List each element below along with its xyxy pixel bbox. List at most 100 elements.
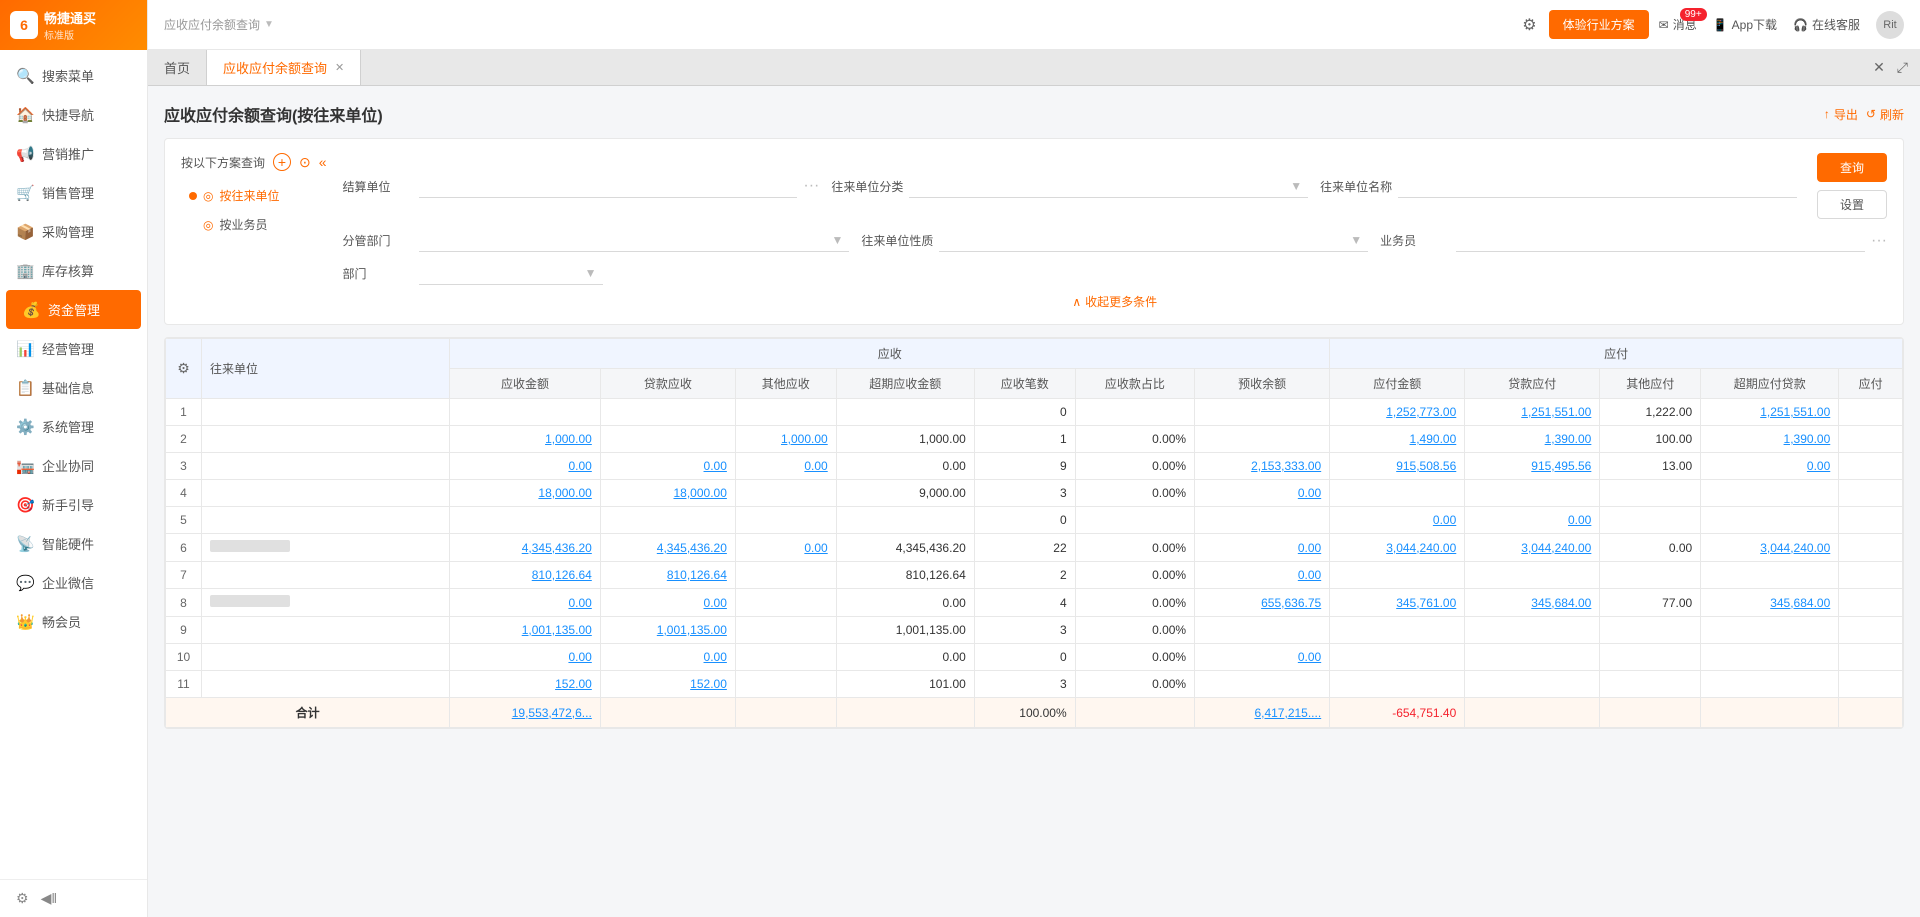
filter-group-dept2: 部门 ▼ xyxy=(343,262,603,285)
table-settings-icon[interactable]: ⚙ xyxy=(177,360,190,376)
settings-bottom-icon[interactable]: ⚙ xyxy=(16,890,29,907)
col-group-ar-header: 应收 xyxy=(450,339,1330,369)
sidebar-item-sales[interactable]: 🛒 销售管理 xyxy=(0,173,147,212)
col-ar-count: 应收笔数 xyxy=(974,369,1075,399)
sidebar-item-label: 库存核算 xyxy=(42,261,94,280)
tab-ar-query[interactable]: 应收应付余额查询 ✕ xyxy=(207,50,361,85)
sidebar-item-smart-hw[interactable]: 📡 智能硬件 xyxy=(0,524,147,563)
tab-close-window-icon[interactable]: ✕ xyxy=(1873,59,1885,76)
warehouse-icon: 🏢 xyxy=(16,262,34,280)
sidebar-item-guide[interactable]: 🎯 新手引导 xyxy=(0,485,147,524)
box-icon: 📦 xyxy=(16,223,34,241)
service-icon: 🎧 xyxy=(1793,18,1808,32)
page-header: 应收应付余额查询(按往来单位) ↑ 导出 ↺ 刷新 xyxy=(164,102,1904,126)
table-row: 91,001,135.001,001,135.001,001,135.0030.… xyxy=(166,617,1903,644)
table-row: 11152.00152.00101.0030.00% xyxy=(166,671,1903,698)
col-ar-ratio: 应收款占比 xyxy=(1075,369,1194,399)
sidebar-nav: 🔍 搜索菜单 🏠 快捷导航 📢 营销推广 🛒 销售管理 📦 采购管理 🏢 xyxy=(0,50,147,879)
sidebar-item-finance[interactable]: 💰 资金管理 xyxy=(6,290,141,329)
table-footer: 合计 19,553,472,6... 100.00% 6,417,215....… xyxy=(166,698,1903,728)
page-content: 应收应付余额查询(按往来单位) ↑ 导出 ↺ 刷新 xyxy=(148,86,1920,917)
tab-home-label: 首页 xyxy=(164,58,190,77)
filter-nav-by-staff[interactable]: ◎ 按业务员 xyxy=(181,212,327,237)
nav-active-dot xyxy=(189,192,197,200)
filter-nav-staff-label: 按业务员 xyxy=(219,216,267,233)
sidebar-item-basic-info[interactable]: 📋 基础信息 xyxy=(0,368,147,407)
footer-ar-prepay[interactable]: 6,417,215.... xyxy=(1195,698,1330,728)
topbar: 应收应付余额查询 ▼ ⚙ 体验行业方案 ✉ 消息 99+ 📱 App下载 🎧 xyxy=(148,0,1920,50)
avatar: Rit xyxy=(1876,11,1904,39)
logo-text: 畅捷通买 xyxy=(44,8,96,27)
salesperson-input[interactable] xyxy=(1456,229,1865,252)
sidebar-item-purchase[interactable]: 📦 采购管理 xyxy=(0,212,147,251)
col-ar-loan: 贷款应收 xyxy=(600,369,735,399)
tab-maximize-icon[interactable]: ⤢ xyxy=(1897,59,1908,76)
sidebar-item-operations[interactable]: 📊 经营管理 xyxy=(0,329,147,368)
sidebar-item-member[interactable]: 👑 畅会员 xyxy=(0,602,147,641)
collapse-sidebar-icon[interactable]: ◀‖ xyxy=(41,890,58,907)
sidebar-item-search[interactable]: 🔍 搜索菜单 xyxy=(0,56,147,95)
filter-scheme-label: 按以下方案查询 xyxy=(181,154,265,171)
filter-add-button[interactable]: + xyxy=(273,153,291,171)
chart-icon: 📊 xyxy=(16,340,34,358)
table-row: 64,345,436.204,345,436.200.004,345,436.2… xyxy=(166,534,1903,562)
unit-name-input[interactable] xyxy=(1398,175,1797,198)
app-download-button[interactable]: 📱 App下载 xyxy=(1713,16,1777,33)
export-label: 导出 xyxy=(1834,106,1858,123)
tab-close-icon[interactable]: ✕ xyxy=(335,61,344,74)
setting-button[interactable]: 设置 xyxy=(1817,190,1887,219)
message-button[interactable]: ✉ 消息 99+ xyxy=(1659,16,1697,33)
filter-nav: ◎ 按往来单位 ◎ 按业务员 xyxy=(181,183,327,237)
table-row: 100.000.000.0000.00%0.00 xyxy=(166,644,1903,671)
user-menu[interactable]: Rit xyxy=(1876,11,1904,39)
dept-select[interactable]: ▼ xyxy=(419,262,603,285)
settlement-unit-dots[interactable]: ··· xyxy=(803,177,819,195)
topbar-gear-icon[interactable]: ⚙ xyxy=(1522,15,1536,35)
sidebar-item-enterprise[interactable]: 🏣 企业协同 xyxy=(0,446,147,485)
sidebar-item-quick-nav[interactable]: 🏠 快捷导航 xyxy=(0,95,147,134)
data-table-container: ⚙ 往来单位 应收 应付 应收金额 贷款应收 其他应收 超期应收金额 xyxy=(164,337,1904,729)
sidebar-item-label: 新手引导 xyxy=(42,495,94,514)
page-title: 应收应付余额查询(按往来单位) xyxy=(164,102,383,126)
filter-scheme-icon[interactable]: ⊙ xyxy=(299,154,311,171)
footer-ar-total[interactable]: 19,553,472,6... xyxy=(450,698,601,728)
unit-category-arrow: ▼ xyxy=(1290,179,1302,193)
dept-arrow: ▼ xyxy=(585,266,597,280)
filter-nav-by-unit[interactable]: ◎ 按往来单位 xyxy=(181,183,327,208)
unit-nature-select[interactable]: ▼ xyxy=(939,229,1368,252)
filter-group-unit-name: 往来单位名称 xyxy=(1320,175,1797,198)
filter-collapse-icon[interactable]: « xyxy=(319,154,327,170)
sidebar-item-marketing[interactable]: 📢 营销推广 xyxy=(0,134,147,173)
sidebar-item-label: 快捷导航 xyxy=(42,105,94,124)
settlement-unit-input[interactable] xyxy=(419,175,798,198)
sidebar-item-system[interactable]: ⚙️ 系统管理 xyxy=(0,407,147,446)
sidebar-item-inventory[interactable]: 🏢 库存核算 xyxy=(0,251,147,290)
collapse-label: 收起更多条件 xyxy=(1085,293,1157,310)
breadcrumb-arrow: ▼ xyxy=(264,19,274,30)
col-no-header: ⚙ xyxy=(166,339,202,399)
sidebar-item-wx[interactable]: 💬 企业微信 xyxy=(0,563,147,602)
query-button[interactable]: 查询 xyxy=(1817,153,1887,182)
finance-icon: 💰 xyxy=(22,301,40,319)
data-table: ⚙ 往来单位 应收 应付 应收金额 贷款应收 其他应收 超期应收金额 xyxy=(165,338,1903,728)
online-service-button[interactable]: 🎧 在线客服 xyxy=(1793,16,1860,33)
filter-row-3: 部门 ▼ xyxy=(343,262,1887,285)
collapse-icon: ∧ xyxy=(1072,295,1081,309)
building-icon: 🏣 xyxy=(16,457,34,475)
unit-category-select[interactable]: ▼ xyxy=(909,175,1308,198)
refresh-label: 刷新 xyxy=(1880,106,1904,123)
filter-collapse-button[interactable]: ∧ 收起更多条件 xyxy=(343,293,1887,310)
filter-panel: 按以下方案查询 + ⊙ « ◎ 按往来单位 xyxy=(164,138,1904,325)
export-button[interactable]: ↑ 导出 xyxy=(1824,106,1858,123)
industry-plan-button[interactable]: 体验行业方案 xyxy=(1549,10,1649,39)
main-area: 应收应付余额查询 ▼ ⚙ 体验行业方案 ✉ 消息 99+ 📱 App下载 🎧 xyxy=(148,0,1920,917)
app-label: App下载 xyxy=(1732,16,1777,33)
col-ap-amount: 应付金额 xyxy=(1330,369,1465,399)
message-badge: 99+ xyxy=(1680,8,1707,21)
tab-home[interactable]: 首页 xyxy=(148,50,207,85)
salesperson-dots[interactable]: ··· xyxy=(1871,232,1887,250)
footer-label: 合计 xyxy=(166,698,450,728)
refresh-button[interactable]: ↺ 刷新 xyxy=(1866,106,1904,123)
dept-manager-select[interactable]: ▼ xyxy=(419,229,850,252)
sidebar: 6 畅捷通买 标准版 🔍 搜索菜单 🏠 快捷导航 📢 营销推广 🛒 销售 xyxy=(0,0,148,917)
